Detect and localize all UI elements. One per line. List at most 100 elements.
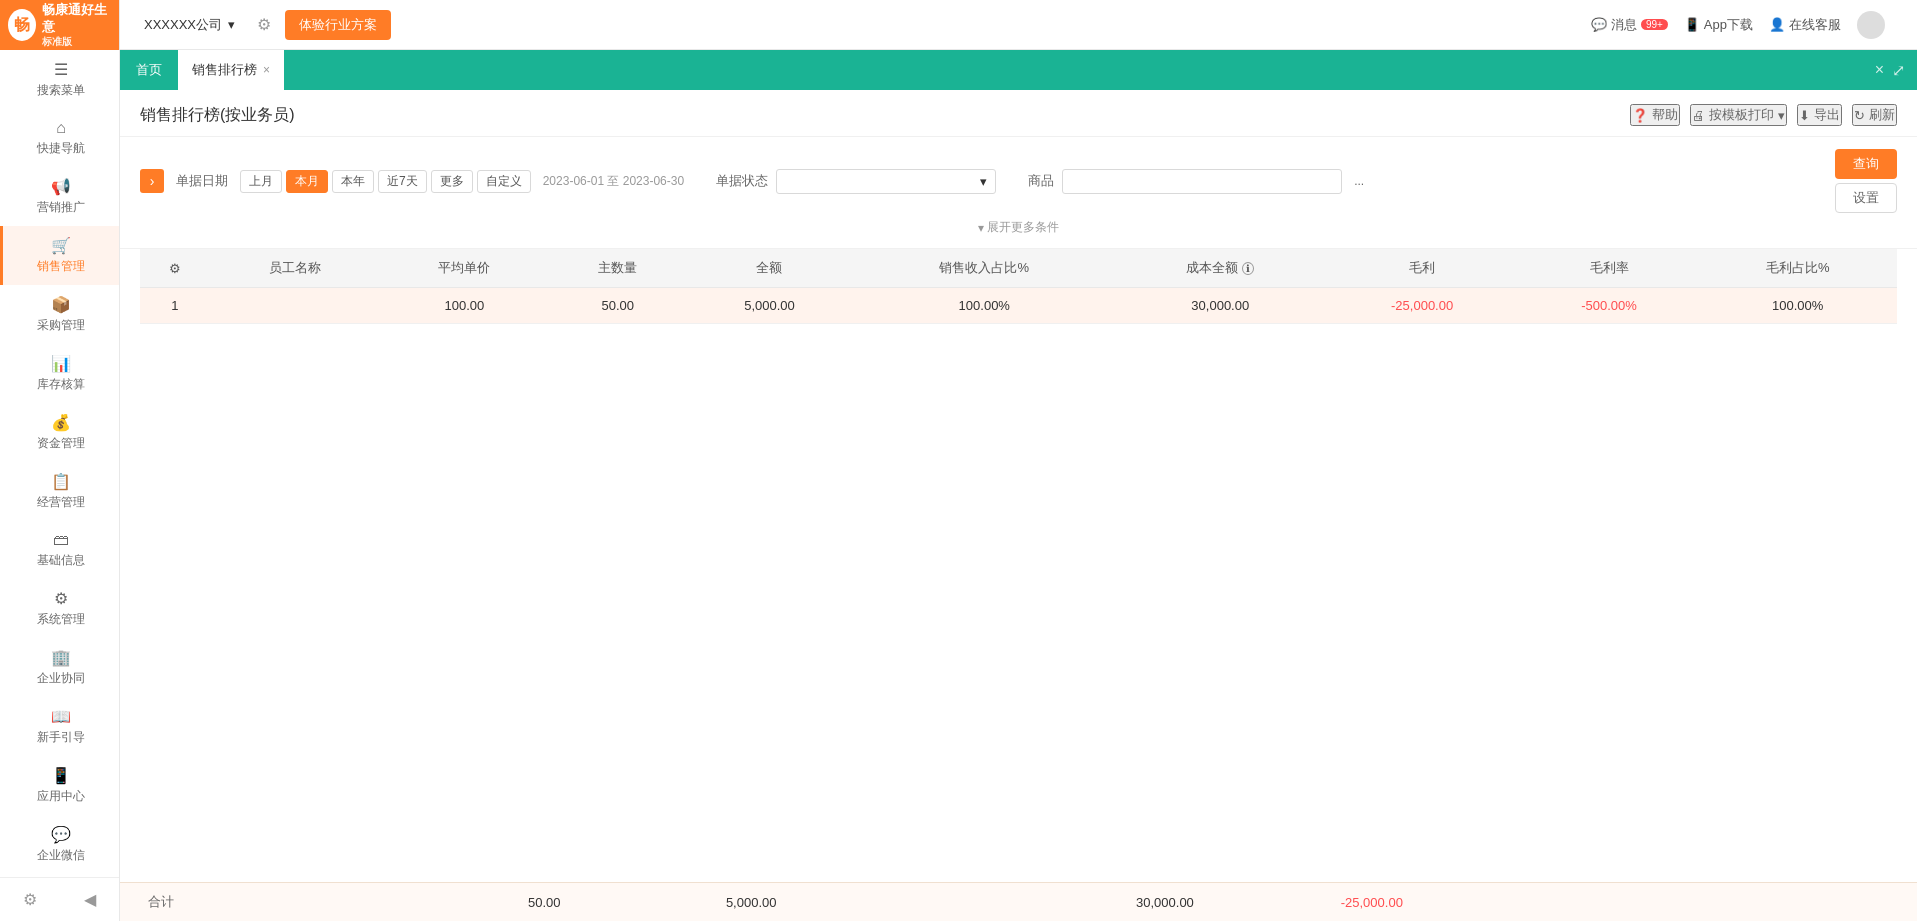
system-icon: ⚙ bbox=[54, 589, 68, 608]
app-download-label: App下载 bbox=[1704, 16, 1753, 34]
footer-gross-ratio bbox=[1682, 895, 1889, 910]
sidebar-item-label: 库存核算 bbox=[37, 376, 85, 393]
date-buttons: 上月 本月 本年 近7天 更多 自定义 bbox=[240, 170, 531, 193]
status-label: 单据状态 bbox=[716, 172, 768, 190]
quick-nav-icon: ⌂ bbox=[56, 119, 66, 137]
main-area: XXXXXX公司 ▾ ⚙ 体验行业方案 💬 消息 99+ 📱 App下载 👤 在… bbox=[120, 0, 1917, 921]
ranking-table: ⚙ 员工名称 平均单价 主数量 全额 销售收入占比% 成本全额 ℹ 毛利 毛利率… bbox=[140, 249, 1897, 324]
sidebar-item-label: 基础信息 bbox=[37, 552, 85, 569]
goods-input[interactable] bbox=[1062, 169, 1342, 194]
tab-home[interactable]: 首页 bbox=[120, 50, 178, 90]
sidebar-settings-btn[interactable]: ⚙ bbox=[15, 886, 45, 913]
sidebar-item-system[interactable]: ⚙ 系统管理 bbox=[0, 579, 119, 638]
cell-quantity: 50.00 bbox=[549, 288, 686, 324]
sidebar-item-inventory[interactable]: 📊 库存核算 bbox=[0, 344, 119, 403]
tab-sales-ranking[interactable]: 销售排行榜 × bbox=[178, 50, 284, 90]
sidebar-item-guide[interactable]: 📖 新手引导 bbox=[0, 697, 119, 756]
sidebar-item-finance[interactable]: 💰 资金管理 bbox=[0, 403, 119, 462]
avatar[interactable] bbox=[1857, 11, 1885, 39]
content: 销售排行榜(按业务员) ❓ 帮助 🖨 按模板打印 ▾ ⬇ 导出 bbox=[120, 90, 1917, 921]
cell-sales-ratio: 100.00% bbox=[853, 288, 1116, 324]
operations-icon: 📋 bbox=[51, 472, 71, 491]
try-industry-button[interactable]: 体验行业方案 bbox=[285, 10, 391, 40]
tab-home-label: 首页 bbox=[136, 61, 162, 79]
footer-avg-price bbox=[234, 895, 441, 910]
sidebar-item-label: 企业协同 bbox=[37, 670, 85, 687]
print-button[interactable]: 🖨 按模板打印 ▾ bbox=[1690, 104, 1787, 126]
tabbar: 首页 销售排行榜 × × ⤢ bbox=[120, 50, 1917, 90]
this-month-btn[interactable]: 本月 bbox=[286, 170, 328, 193]
filter-actions: 查询 设置 bbox=[1835, 149, 1897, 213]
filter-expand-toggle[interactable]: › bbox=[140, 169, 164, 193]
inventory-icon: 📊 bbox=[51, 354, 71, 373]
sidebar-item-search[interactable]: ☰ 搜索菜单 bbox=[0, 50, 119, 109]
sidebar-item-marketing[interactable]: 📢 营销推广 bbox=[0, 167, 119, 226]
cell-rank: 1 bbox=[140, 288, 210, 324]
window-close-icon[interactable]: × bbox=[1875, 61, 1884, 79]
message-button[interactable]: 💬 消息 99+ bbox=[1591, 16, 1668, 34]
sidebar-collapse-btn[interactable]: ◀ bbox=[76, 886, 104, 913]
more-btn[interactable]: 更多 bbox=[431, 170, 473, 193]
expand-chevron-icon: ▾ bbox=[978, 221, 984, 235]
message-badge: 99+ bbox=[1641, 19, 1668, 30]
col-avg-price: 平均单价 bbox=[380, 249, 550, 288]
finance-icon: 💰 bbox=[51, 413, 71, 432]
sidebar-item-label: 新手引导 bbox=[37, 729, 85, 746]
last-7days-btn[interactable]: 近7天 bbox=[378, 170, 427, 193]
help-button[interactable]: ❓ 帮助 bbox=[1630, 104, 1680, 126]
sidebar-item-sales[interactable]: 🛒 销售管理 bbox=[0, 226, 119, 285]
sidebar-item-enterprise[interactable]: 🏢 企业协同 bbox=[0, 638, 119, 697]
company-name: XXXXXX公司 bbox=[144, 16, 222, 34]
status-select[interactable]: ▾ bbox=[776, 169, 996, 194]
logo-text: 畅康通好生意 标准版 bbox=[42, 2, 111, 49]
query-button[interactable]: 查询 bbox=[1835, 149, 1897, 179]
company-selector[interactable]: XXXXXX公司 ▾ bbox=[136, 12, 243, 38]
goods-more-btn[interactable]: ... bbox=[1350, 172, 1368, 190]
sidebar-item-label: 资金管理 bbox=[37, 435, 85, 452]
sidebar-item-label: 搜索菜单 bbox=[37, 82, 85, 99]
sidebar-item-apps[interactable]: 📱 应用中心 bbox=[0, 756, 119, 815]
topbar-right: 💬 消息 99+ 📱 App下载 👤 在线客服 bbox=[1591, 11, 1901, 39]
company-dropdown-icon: ▾ bbox=[228, 17, 235, 32]
online-service-button[interactable]: 👤 在线客服 bbox=[1769, 16, 1841, 34]
filter-settings-button[interactable]: 设置 bbox=[1835, 183, 1897, 213]
date-label: 单据日期 bbox=[176, 172, 228, 190]
col-amount: 全额 bbox=[686, 249, 852, 288]
refresh-icon: ↻ bbox=[1854, 108, 1865, 123]
footer-gross: -25,000.00 bbox=[1268, 895, 1475, 910]
sidebar-item-label: 经营管理 bbox=[37, 494, 85, 511]
table-header-row: ⚙ 员工名称 平均单价 主数量 全额 销售收入占比% 成本全额 ℹ 毛利 毛利率… bbox=[140, 249, 1897, 288]
this-year-btn[interactable]: 本年 bbox=[332, 170, 374, 193]
date-range: 2023-06-01 至 2023-06-30 bbox=[543, 173, 684, 190]
expand-label: 展开更多条件 bbox=[987, 219, 1059, 236]
logo-icon: 畅 bbox=[8, 9, 36, 41]
tab-close-icon[interactable]: × bbox=[263, 63, 270, 77]
custom-btn[interactable]: 自定义 bbox=[477, 170, 531, 193]
cell-gross-rate: -500.00% bbox=[1520, 288, 1699, 324]
app-download-button[interactable]: 📱 App下载 bbox=[1684, 16, 1753, 34]
sidebar-item-quick-nav[interactable]: ⌂ 快捷导航 bbox=[0, 109, 119, 167]
purchase-icon: 📦 bbox=[51, 295, 71, 314]
expand-more-btn[interactable]: ▾ 展开更多条件 bbox=[978, 219, 1059, 236]
filter-row: › 单据日期 上月 本月 本年 近7天 更多 自定义 2023-06-01 至 … bbox=[140, 149, 1897, 213]
table-row: 1 100.00 50.00 5,000.00 100.00% 30,000.0… bbox=[140, 288, 1897, 324]
prev-month-btn[interactable]: 上月 bbox=[240, 170, 282, 193]
sidebar-item-label: 企业微信 bbox=[37, 847, 85, 864]
footer-cost: 30,000.00 bbox=[1062, 895, 1269, 910]
guide-icon: 📖 bbox=[51, 707, 71, 726]
filter-group-status: 单据状态 ▾ bbox=[716, 169, 996, 194]
cell-amount: 5,000.00 bbox=[686, 288, 852, 324]
sidebar-item-purchase[interactable]: 📦 采购管理 bbox=[0, 285, 119, 344]
window-expand-icon[interactable]: ⤢ bbox=[1892, 61, 1905, 80]
sidebar-item-wechat[interactable]: 💬 企业微信 bbox=[0, 815, 119, 874]
sidebar-item-basics[interactable]: 🗃 基础信息 bbox=[0, 521, 119, 579]
export-button[interactable]: ⬇ 导出 bbox=[1797, 104, 1842, 126]
footer-label: 合计 bbox=[148, 893, 174, 911]
sidebar-item-label: 销售管理 bbox=[37, 258, 85, 275]
refresh-button[interactable]: ↻ 刷新 bbox=[1852, 104, 1897, 126]
logo-sub: 标准版 bbox=[42, 35, 111, 48]
topbar-settings-icon[interactable]: ⚙ bbox=[253, 11, 275, 38]
sidebar-item-operations[interactable]: 📋 经营管理 bbox=[0, 462, 119, 521]
col-sales-ratio: 销售收入占比% bbox=[853, 249, 1116, 288]
tab-active-label: 销售排行榜 bbox=[192, 61, 257, 79]
